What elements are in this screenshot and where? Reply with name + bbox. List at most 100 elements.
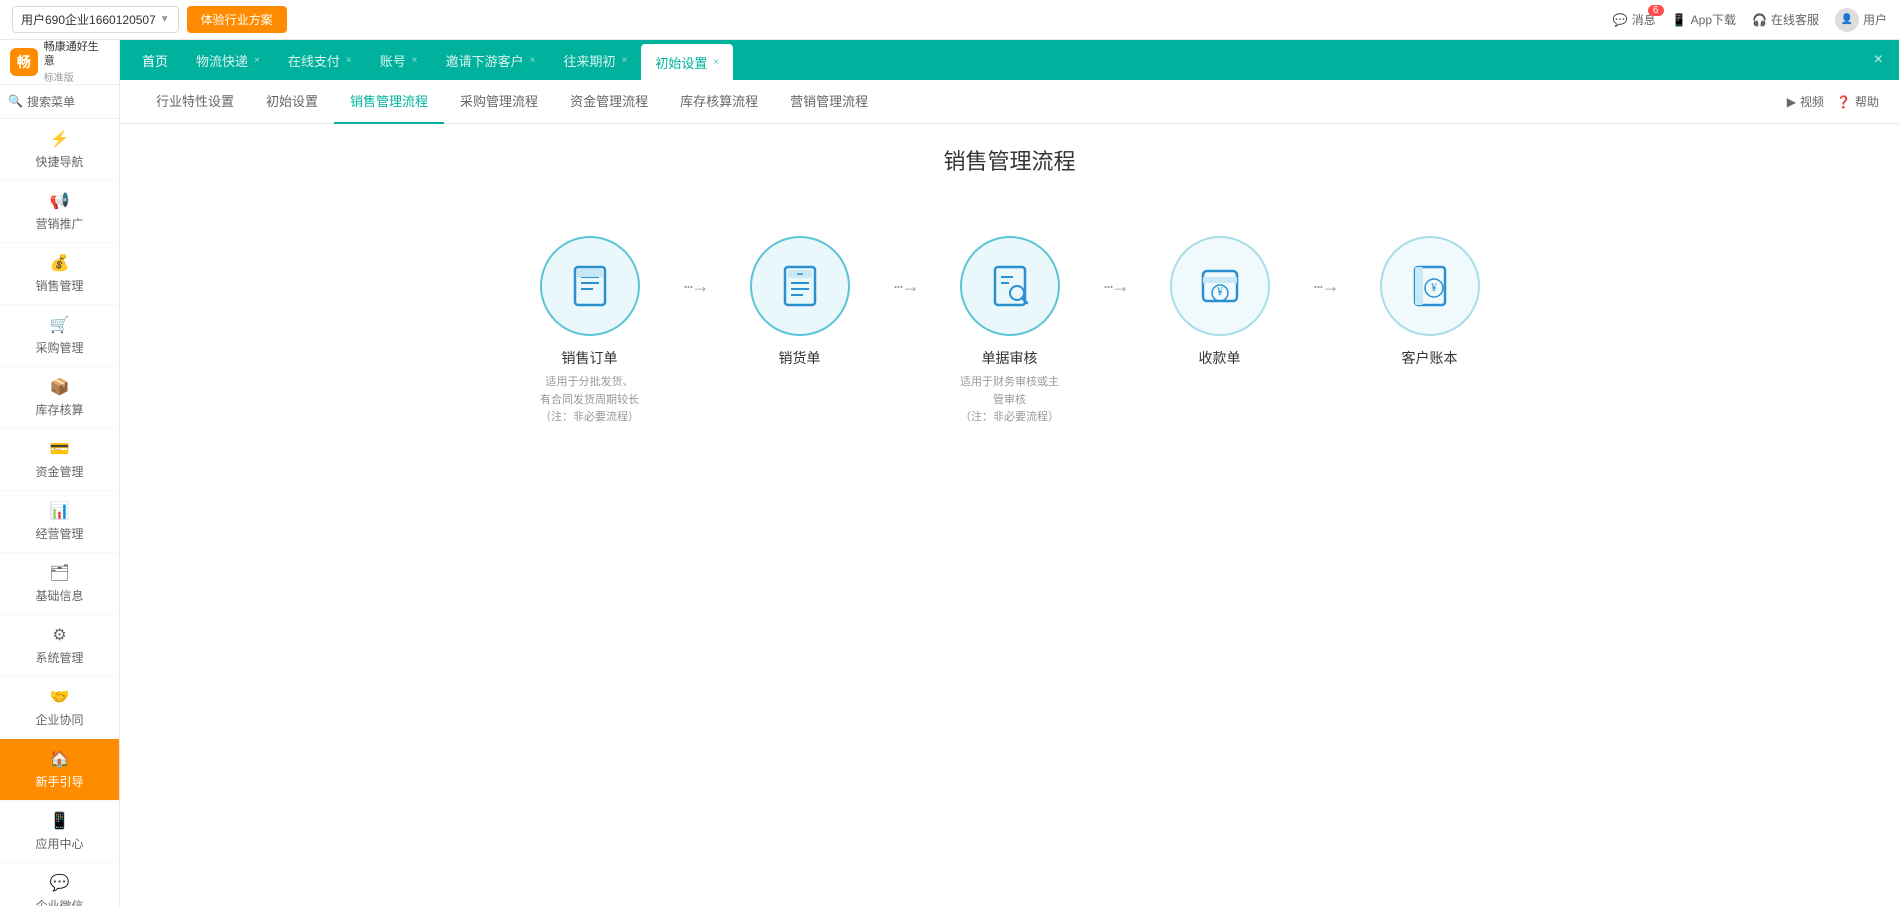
mobile-icon: 📱	[1672, 13, 1687, 27]
card-icon: 💳	[50, 439, 70, 459]
app-download-action[interactable]: 📱 App下载	[1672, 11, 1736, 28]
logo-icon: 畅	[10, 48, 38, 76]
zhifu-close[interactable]: ×	[346, 55, 352, 66]
flow-step-1: 销售订单 适用于分批发货、有合同发货周期较长（注：非必要流程）	[510, 236, 670, 427]
sidebar-item-label: 系统管理	[35, 649, 83, 666]
sidebar-search[interactable]: 🔍 搜索菜单	[0, 85, 119, 119]
audit-icon	[985, 261, 1035, 311]
sidebar-item-caigou[interactable]: 🛒 采购管理	[0, 305, 119, 367]
megaphone-icon: 📢	[50, 191, 70, 211]
sidebar-item-yingyong[interactable]: 📱 应用中心	[0, 801, 119, 863]
sidebar-item-label: 库存核算	[35, 401, 83, 418]
search-icon: 🔍	[8, 94, 23, 108]
step4-label: 收款单	[1199, 348, 1241, 368]
home-icon: 🏠	[50, 749, 70, 769]
question-icon: ❓	[1836, 95, 1851, 109]
sub-tab-chushi[interactable]: 初始设置	[250, 80, 334, 124]
step5-label: 客户账本	[1402, 348, 1458, 368]
nav-tab-chushi[interactable]: 初始设置 ×	[641, 44, 733, 80]
page-title: 销售管理流程	[160, 144, 1859, 176]
gear-icon: ⚙	[52, 625, 66, 645]
logo-text-block: 畅康通好生意 标准版	[44, 40, 109, 84]
logo-subtitle: 标准版	[44, 69, 109, 84]
money-icon: 💰	[50, 253, 70, 273]
payment-icon: ¥	[1195, 261, 1245, 311]
nav-tab-wanglai[interactable]: 往来期初 ×	[549, 40, 641, 80]
message-action[interactable]: 💬 消息 6	[1613, 11, 1656, 28]
flow-step-3: 单据审核 适用于财务审核或主管审核（注：非必要流程）	[930, 236, 1090, 427]
chushi-sublabel: 初始设置	[266, 91, 318, 110]
user-selector[interactable]: 用户690企业1660120507 ▼	[12, 6, 179, 33]
message-icon: 💬	[1613, 13, 1628, 27]
flow-circle-2	[750, 236, 850, 336]
sidebar-item-label: 采购管理	[35, 339, 83, 356]
wanglai-close[interactable]: ×	[621, 55, 627, 66]
sub-tab-zijin[interactable]: 资金管理流程	[554, 80, 664, 124]
sidebar-item-xinshou[interactable]: 🏠 新手引导	[0, 739, 119, 801]
sub-tab-yingxiao[interactable]: 营销管理流程	[774, 80, 884, 124]
sub-tab-kucun[interactable]: 库存核算流程	[664, 80, 774, 124]
flow-arrow-1: ···→	[670, 236, 720, 297]
video-label: 视频	[1800, 93, 1824, 110]
sidebar-item-label: 应用中心	[35, 835, 83, 852]
zhanghu-close[interactable]: ×	[412, 55, 418, 66]
folder-icon: 🗂	[49, 563, 69, 583]
nav-tab-home[interactable]: 首页	[128, 40, 182, 80]
flow-step-2: 销货单	[720, 236, 880, 374]
sidebar-item-qiye[interactable]: 🤝 企业协同	[0, 677, 119, 739]
cart-icon: 🛒	[50, 315, 70, 335]
sidebar-item-xitong[interactable]: ⚙ 系统管理	[0, 615, 119, 677]
app-wrapper: 用户690企业1660120507 ▼ 体验行业方案 💬 消息 6 📱 App下…	[0, 0, 1899, 906]
wuliu-label: 物流快递	[196, 51, 248, 70]
search-label: 搜索菜单	[27, 93, 75, 110]
chat-icon: 💬	[50, 873, 70, 893]
svg-text:¥: ¥	[1431, 280, 1437, 294]
yaoqing-close[interactable]: ×	[530, 55, 536, 66]
help-link[interactable]: ❓ 帮助	[1836, 93, 1879, 110]
sidebar-item-kucun[interactable]: 📦 库存核算	[0, 367, 119, 429]
yingxiao-sublabel: 营销管理流程	[790, 91, 868, 110]
sidebar-item-kuaijie[interactable]: ⚡ 快捷导航	[0, 119, 119, 181]
chushi-label: 初始设置	[655, 53, 707, 72]
chushi-close[interactable]: ×	[713, 57, 719, 68]
zhanghu-label: 账号	[380, 51, 406, 70]
nav-tab-zhanghu[interactable]: 账号 ×	[366, 40, 432, 80]
online-service-action[interactable]: 🎧 在线客服	[1752, 11, 1819, 28]
sub-tabs: 行业特性设置 初始设置 销售管理流程 采购管理流程 资金管理流程 库存核算流程	[120, 80, 1899, 124]
play-icon: ▶	[1787, 95, 1796, 109]
wuliu-close[interactable]: ×	[254, 55, 260, 66]
sub-tab-caigou[interactable]: 采购管理流程	[444, 80, 554, 124]
top-bar-right: 💬 消息 6 📱 App下载 🎧 在线客服 👤 用户	[1613, 8, 1887, 32]
sidebar-item-jingying[interactable]: 📊 经营管理	[0, 491, 119, 553]
flow-circle-3	[960, 236, 1060, 336]
avatar: 👤	[1835, 8, 1859, 32]
sidebar-item-weixin[interactable]: 💬 企业微信	[0, 863, 119, 906]
user-selector-text: 用户690企业1660120507	[21, 11, 156, 28]
nav-tab-wuliu[interactable]: 物流快递 ×	[182, 40, 274, 80]
sub-tab-xiaoshou[interactable]: 销售管理流程	[334, 80, 444, 124]
sidebar-item-yingxiao[interactable]: 📢 营销推广	[0, 181, 119, 243]
nav-tab-zhifu[interactable]: 在线支付 ×	[274, 40, 366, 80]
chevron-down-icon: ▼	[160, 14, 170, 25]
sidebar-item-label: 销售管理	[35, 277, 83, 294]
step3-desc: 适用于财务审核或主管审核（注：非必要流程）	[960, 374, 1059, 427]
ledger-icon: ¥	[1405, 261, 1455, 311]
nav-tab-yaoqing[interactable]: 邀请下游客户 ×	[432, 40, 550, 80]
sub-tab-hangye[interactable]: 行业特性设置	[140, 80, 250, 124]
page-content: 销售管理流程	[120, 124, 1899, 906]
sidebar-item-xiaoshou[interactable]: 💰 销售管理	[0, 243, 119, 305]
sidebar-item-label: 资金管理	[35, 463, 83, 480]
close-all-button[interactable]: ×	[1866, 51, 1891, 69]
sidebar-item-jichu[interactable]: 🗂 基础信息	[0, 553, 119, 615]
video-link[interactable]: ▶ 视频	[1787, 93, 1824, 110]
zijin-sublabel: 资金管理流程	[570, 91, 648, 110]
sidebar-item-zijin[interactable]: 💳 资金管理	[0, 429, 119, 491]
flow-circle-4: ¥	[1170, 236, 1270, 336]
zhifu-label: 在线支付	[288, 51, 340, 70]
sidebar-item-label: 企业协同	[35, 711, 83, 728]
user-menu-action[interactable]: 👤 用户	[1835, 8, 1887, 32]
help-label: 帮助	[1855, 93, 1879, 110]
trial-button[interactable]: 体验行业方案	[187, 6, 287, 33]
sidebar-item-label: 快捷导航	[35, 153, 83, 170]
user-menu-label: 用户	[1863, 11, 1887, 28]
